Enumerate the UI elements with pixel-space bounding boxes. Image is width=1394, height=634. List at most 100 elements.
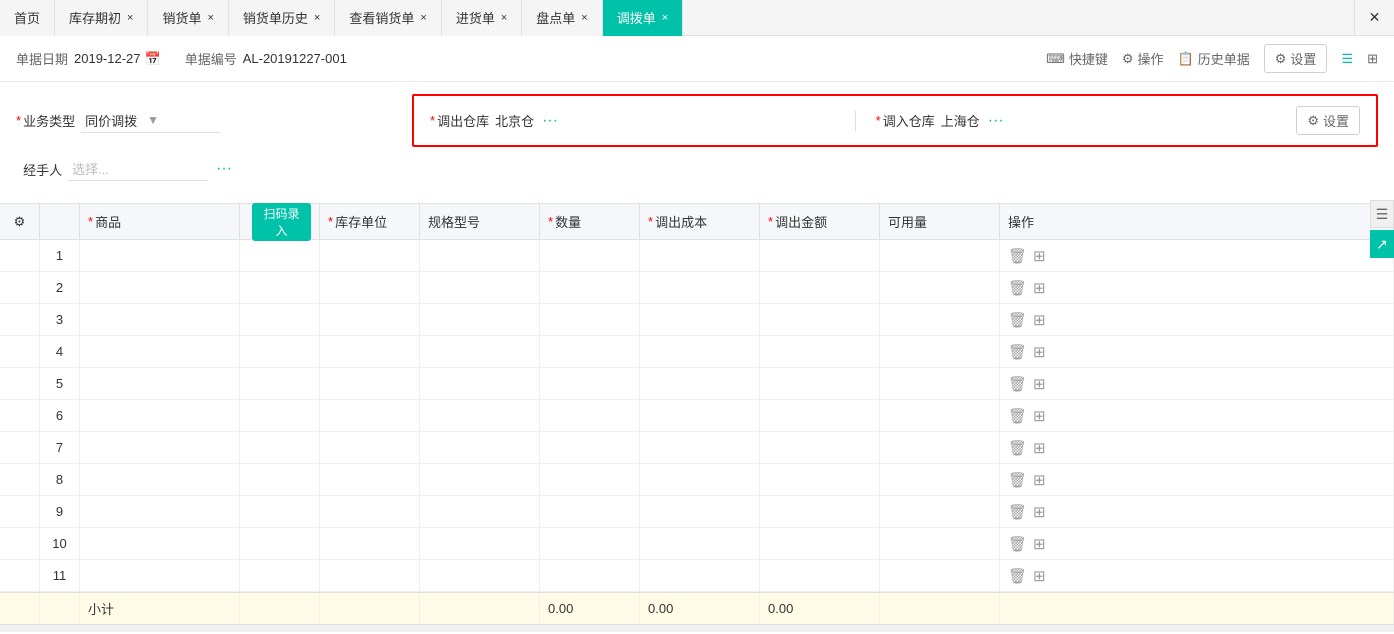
td-unit-1[interactable] — [320, 240, 420, 271]
td-amount-1[interactable] — [760, 240, 880, 271]
layout-list-button[interactable]: ☰ — [1341, 51, 1353, 67]
td-available-1 — [880, 240, 1000, 271]
td-scan-1 — [240, 240, 320, 271]
business-type-value: 同价调拨 — [85, 111, 137, 130]
delete-icon[interactable]: 🗑 — [1008, 375, 1027, 393]
tab-transfer[interactable]: 调拨单 × — [603, 0, 683, 36]
delete-icon-1[interactable]: 🗑 — [1008, 247, 1027, 265]
tab-close-inventory-init[interactable]: × — [127, 12, 133, 24]
delete-icon[interactable]: 🗑 — [1008, 279, 1027, 297]
td-qty-1[interactable] — [540, 240, 640, 271]
td-spec-1[interactable] — [420, 240, 540, 271]
delete-icon[interactable]: 🗑 — [1008, 343, 1027, 361]
scroll-bar[interactable] — [0, 624, 1394, 632]
tab-bar: 首页 库存期初 × 销货单 × 销货单历史 × 查看销货单 × 进货单 × 盘点… — [0, 0, 1394, 36]
tab-sales-history[interactable]: 销货单历史 × — [229, 0, 335, 36]
th-ops: 操作 — [1000, 204, 1394, 239]
layout-grid-button[interactable]: ⊞ — [1367, 51, 1378, 67]
tab-close-sales-order[interactable]: × — [207, 12, 213, 24]
subtotal-row: 小计 0.00 0.00 0.00 — [0, 592, 1394, 624]
tab-close-sales-history[interactable]: × — [314, 12, 320, 24]
delete-icon[interactable]: 🗑 — [1008, 439, 1027, 457]
business-type-select[interactable]: 同价调拨 ▼ — [81, 109, 221, 133]
table-row: 2 🗑⊞ — [0, 272, 1394, 304]
tab-home[interactable]: 首页 — [0, 0, 55, 36]
tab-close-purchase-order[interactable]: × — [501, 12, 507, 24]
warehouse-out-more-icon[interactable]: ··· — [542, 112, 558, 130]
doc-num-value: AL-20191227-001 — [243, 51, 347, 66]
subtotal-qty: 0.00 — [548, 601, 573, 616]
operate-button[interactable]: ⚙ 操作 — [1122, 49, 1164, 68]
subtotal-cost: 0.00 — [648, 601, 673, 616]
table-row: 3 🗑⊞ — [0, 304, 1394, 336]
calendar-icon[interactable]: 📅 — [145, 51, 161, 67]
td-cost-1[interactable] — [640, 240, 760, 271]
warehouse-settings-button[interactable]: ⚙ 设置 — [1296, 106, 1360, 135]
toolbar: 单据日期 2019-12-27 📅 单据编号 AL-20191227-001 ⌨… — [0, 36, 1394, 82]
warehouse-box: * 调出仓库 北京仓 ··· * 调入仓库 上海仓 ··· ⚙ 设置 — [412, 94, 1378, 147]
copy-icon-1[interactable]: ⊞ — [1033, 247, 1046, 265]
table-body: 1 🗑 ⊞ 2 — [0, 240, 1394, 624]
td-goods-1[interactable] — [80, 240, 240, 271]
form-row-1: * 业务类型 同价调拨 ▼ * 调出仓库 北京仓 ··· * 调入仓库 上海仓 … — [16, 94, 1378, 147]
scan-button[interactable]: 扫码录入 — [252, 203, 311, 241]
table-row: 10 🗑⊞ — [0, 528, 1394, 560]
th-settings[interactable]: ⚙ — [0, 204, 40, 239]
window-close-button[interactable]: ✕ — [1354, 0, 1394, 36]
table-row: 8 🗑⊞ — [0, 464, 1394, 496]
th-scan: 扫码录入 — [240, 204, 320, 239]
history-button[interactable]: 📋 历史单据 — [1178, 49, 1250, 68]
table-row: 4 🗑⊞ — [0, 336, 1394, 368]
grid-icon: ⊞ — [1367, 51, 1378, 67]
delete-icon[interactable]: 🗑 — [1008, 311, 1027, 329]
tab-close-transfer[interactable]: × — [662, 12, 668, 24]
form-area: * 业务类型 同价调拨 ▼ * 调出仓库 北京仓 ··· * 调入仓库 上海仓 … — [0, 82, 1394, 203]
tab-inventory-init[interactable]: 库存期初 × — [55, 0, 148, 36]
tab-close-inventory-check[interactable]: × — [581, 12, 587, 24]
table-row: 5 🗑⊞ — [0, 368, 1394, 400]
td-seq-1: 1 — [40, 240, 80, 271]
copy-icon[interactable]: ⊞ — [1033, 439, 1046, 457]
delete-icon[interactable]: 🗑 — [1008, 407, 1027, 425]
copy-icon[interactable]: ⊞ — [1033, 567, 1046, 585]
th-amount: * 调出金额 — [760, 204, 880, 239]
copy-icon[interactable]: ⊞ — [1033, 375, 1046, 393]
person-more-icon[interactable]: ··· — [216, 160, 232, 178]
tab-inventory-check[interactable]: 盘点单 × — [522, 0, 602, 36]
warehouse-out-value: 北京仓 — [495, 111, 534, 130]
delete-icon[interactable]: 🗑 — [1008, 535, 1027, 553]
person-placeholder: 选择... — [72, 159, 109, 178]
copy-icon[interactable]: ⊞ — [1033, 535, 1046, 553]
date-field: 单据日期 2019-12-27 📅 — [16, 49, 161, 68]
copy-icon[interactable]: ⊞ — [1033, 503, 1046, 521]
copy-icon[interactable]: ⊞ — [1033, 343, 1046, 361]
shortcut-button[interactable]: ⌨ 快捷键 — [1046, 49, 1108, 68]
person-select[interactable]: 选择... — [68, 157, 208, 181]
delete-icon[interactable]: 🗑 — [1008, 471, 1027, 489]
copy-icon[interactable]: ⊞ — [1033, 311, 1046, 329]
tab-purchase-order[interactable]: 进货单 × — [442, 0, 522, 36]
delete-icon[interactable]: 🗑 — [1008, 503, 1027, 521]
warehouse-out-field: * 调出仓库 北京仓 ··· — [430, 111, 835, 130]
td-settings-1 — [0, 240, 40, 271]
panel-list-icon[interactable]: ☰ — [1370, 200, 1394, 228]
settings-icon: ⚙ — [1275, 51, 1287, 67]
copy-icon[interactable]: ⊞ — [1033, 407, 1046, 425]
delete-icon[interactable]: 🗑 — [1008, 567, 1027, 585]
panel-expand-icon[interactable]: ↗ — [1370, 230, 1394, 258]
warehouse-in-field: * 调入仓库 上海仓 ··· — [876, 111, 1281, 130]
th-cost: * 调出成本 — [640, 204, 760, 239]
tab-sales-order[interactable]: 销货单 × — [148, 0, 228, 36]
table-row: 6 🗑⊞ — [0, 400, 1394, 432]
settings-button[interactable]: ⚙ 设置 — [1264, 44, 1328, 73]
warehouse-in-more-icon[interactable]: ··· — [988, 112, 1004, 130]
copy-icon[interactable]: ⊞ — [1033, 471, 1046, 489]
tab-close-view-sales[interactable]: × — [420, 12, 426, 24]
history-icon: 📋 — [1178, 51, 1194, 67]
form-row-2: * 经手人 选择... ··· — [16, 157, 1378, 181]
table-row: 7 🗑⊞ — [0, 432, 1394, 464]
tab-view-sales[interactable]: 查看销货单 × — [335, 0, 441, 36]
copy-icon[interactable]: ⊞ — [1033, 279, 1046, 297]
doc-num-field: 单据编号 AL-20191227-001 — [185, 49, 347, 68]
table-header: ⚙ * 商品 扫码录入 * 库存单位 规格型号 * 数量 * 调出成本 * 调出… — [0, 204, 1394, 240]
